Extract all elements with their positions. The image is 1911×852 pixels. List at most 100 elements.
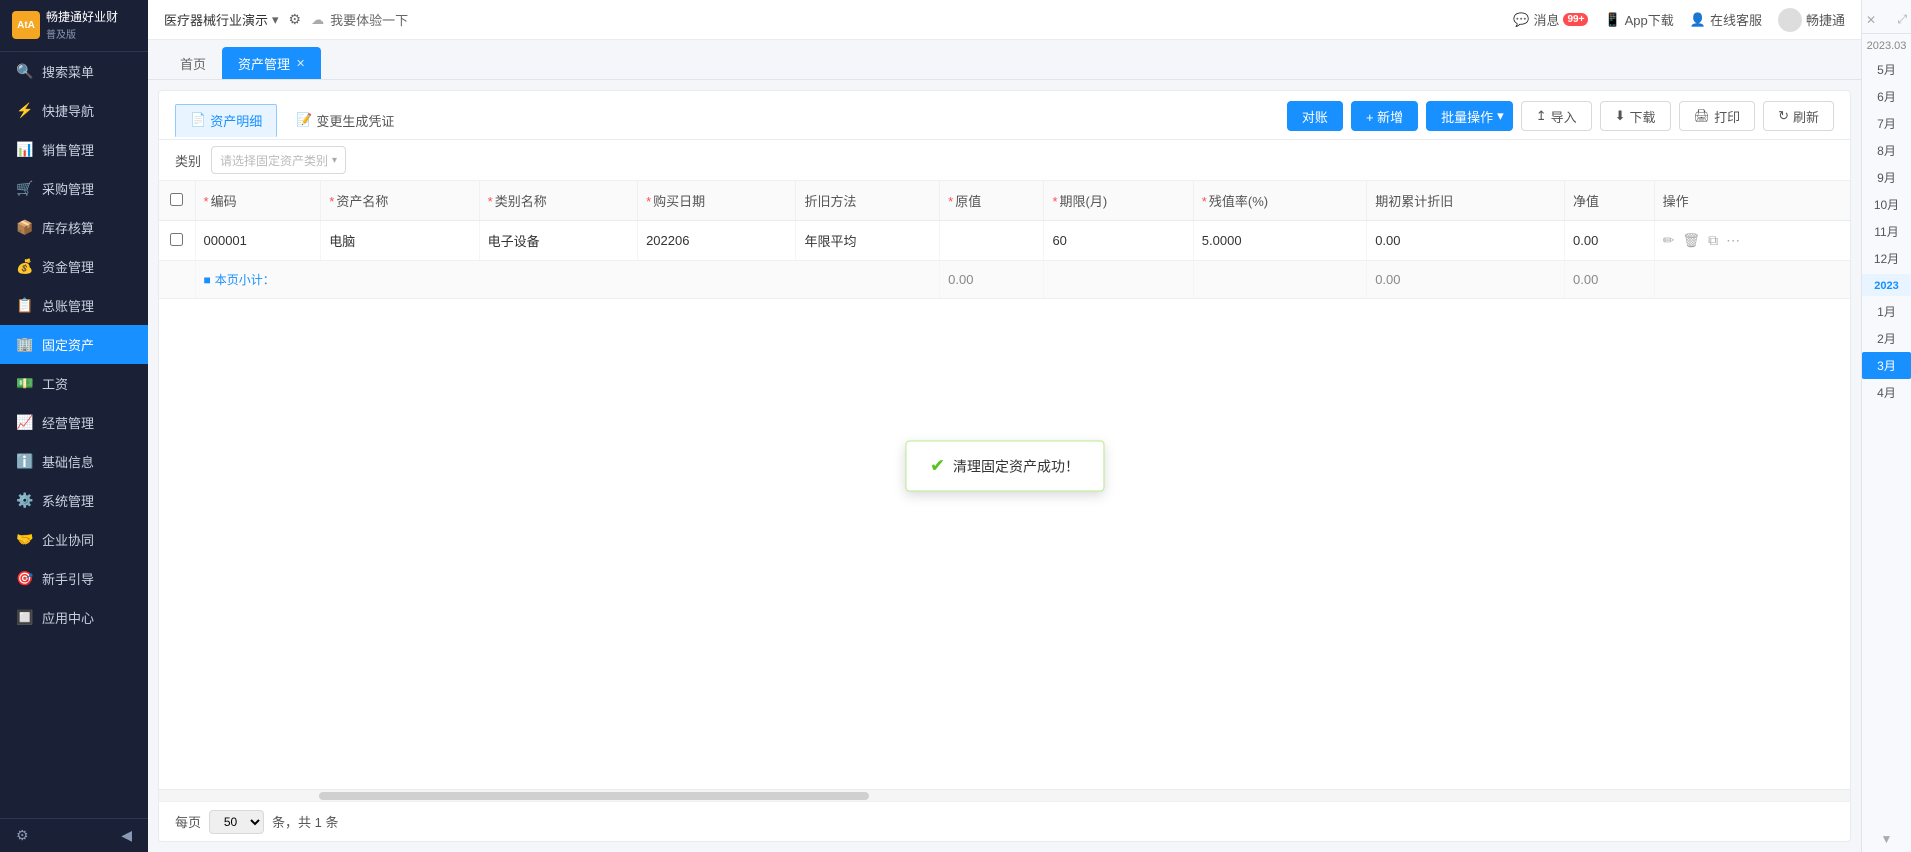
online-service-label: 在线客服	[1710, 10, 1762, 29]
more-icon[interactable]: ⋯	[1726, 232, 1740, 249]
app-download-button[interactable]: 📱 App下载	[1604, 10, 1673, 29]
td-depreciation-method: 年限平均	[796, 221, 940, 261]
sub-tab-voucher-label: 变更生成凭证	[316, 111, 394, 130]
delete-icon[interactable]: 🗑	[1682, 232, 1700, 249]
expand-panel-icon[interactable]: ⤢	[1897, 12, 1907, 27]
sidebar-item-system[interactable]: ⚙️ 系统管理	[0, 481, 148, 520]
sidebar-item-purchase[interactable]: 🛒 采购管理	[0, 169, 148, 208]
month-2[interactable]: 2月	[1862, 325, 1911, 352]
td-original-value	[940, 221, 1044, 261]
chevron-down-icon[interactable]: ▼	[1881, 832, 1893, 846]
sidebar-item-search[interactable]: 🔍 搜索菜单	[0, 52, 148, 91]
import-button[interactable]: ↥ 导入	[1521, 101, 1592, 131]
scrollbar-thumb[interactable]	[319, 792, 869, 800]
sidebar-item-sales[interactable]: 📊 销售管理	[0, 130, 148, 169]
sidebar-bottom: ⚙ ◀	[0, 818, 148, 852]
month-10[interactable]: 10月	[1862, 191, 1911, 218]
panel-current-year: 2023	[1862, 274, 1911, 296]
app-name: 畅捷通好业财	[46, 10, 118, 26]
subtotal-row: ■ 本页小计： 0.00 0.00 0.00	[159, 261, 1850, 299]
td-category: 电子设备	[479, 221, 637, 261]
month-7[interactable]: 7月	[1862, 110, 1911, 137]
voucher-icon: 📝	[296, 112, 312, 128]
sub-tab-asset-detail-label: 资产明细	[210, 111, 262, 130]
experience-button[interactable]: ☁ 我要体验一下	[311, 10, 408, 29]
sidebar-item-label: 销售管理	[42, 140, 94, 159]
td-subtotal-residual	[1193, 261, 1366, 299]
sub-tab-voucher[interactable]: 📝 变更生成凭证	[281, 104, 409, 137]
sidebar-item-collab[interactable]: 🤝 企业协同	[0, 520, 148, 559]
messages-button[interactable]: 💬 消息 99+	[1513, 10, 1588, 29]
td-subtotal-initial: 0.00	[1367, 261, 1565, 299]
sidebar-item-label: 快捷导航	[42, 101, 94, 120]
row-checkbox[interactable]	[170, 233, 183, 246]
sidebar-item-guide[interactable]: 🎯 新手引导	[0, 559, 148, 598]
batch-ops-button[interactable]: 批量操作 ▾	[1426, 101, 1513, 131]
month-1[interactable]: 1月	[1862, 298, 1911, 325]
category-filter-select[interactable]: 请选择固定资产类别 ▾	[211, 146, 346, 174]
app-version: 普及版	[46, 26, 118, 41]
sidebar-item-label: 系统管理	[42, 491, 94, 510]
horizontal-scrollbar[interactable]	[159, 789, 1850, 801]
edit-icon[interactable]: ✏	[1663, 232, 1675, 249]
month-5[interactable]: 5月	[1862, 56, 1911, 83]
header-settings-icon[interactable]: ⚙	[289, 11, 302, 28]
sidebar-item-fixed-assets[interactable]: 🏢 固定资产	[0, 325, 148, 364]
page-size-select[interactable]: 50 100	[209, 810, 264, 834]
scroll-down-btn[interactable]: ▼	[1862, 826, 1911, 852]
quicknav-icon: ⚡	[16, 102, 34, 119]
close-panel-icon[interactable]: ✕	[1866, 13, 1876, 27]
print-button[interactable]: 🖨 打印	[1679, 101, 1756, 131]
td-purchase-date: 202206	[638, 221, 796, 261]
sidebar-item-payroll[interactable]: 💵 工资	[0, 364, 148, 403]
reconcile-button[interactable]: 对账	[1287, 101, 1343, 131]
tab-asset-management[interactable]: 资产管理 ✕	[222, 47, 321, 79]
td-period: 60	[1044, 221, 1193, 261]
app-center-icon: 🔲	[16, 609, 34, 626]
sidebar-item-app-center[interactable]: 🔲 应用中心	[0, 598, 148, 637]
sidebar-item-operations[interactable]: 📈 经营管理	[0, 403, 148, 442]
user-profile[interactable]: 畅捷通	[1778, 8, 1845, 32]
month-8[interactable]: 8月	[1862, 137, 1911, 164]
sidebar-item-inventory[interactable]: 📦 库存核算	[0, 208, 148, 247]
main-area: 医疗器械行业演示 ▾ ⚙ ☁ 我要体验一下 💬 消息 99+ 📱 App下载 👤…	[148, 0, 1861, 852]
fixed-assets-icon: 🏢	[16, 336, 34, 353]
td-actions: ✏ 🗑 ⧉ ⋯	[1654, 221, 1850, 261]
th-original-value: *原值	[940, 181, 1044, 221]
month-9[interactable]: 9月	[1862, 164, 1911, 191]
tab-home[interactable]: 首页	[164, 47, 222, 79]
company-dropdown[interactable]: 医疗器械行业演示 ▾	[164, 10, 279, 29]
month-4[interactable]: 4月	[1862, 379, 1911, 406]
sidebar-item-label: 库存核算	[42, 218, 94, 237]
download-icon: 📱	[1604, 12, 1620, 28]
sidebar-item-ledger[interactable]: 📋 总账管理	[0, 286, 148, 325]
sub-tab-asset-detail[interactable]: 📄 资产明细	[175, 104, 277, 137]
import-icon: ↥	[1536, 108, 1547, 124]
copy-icon[interactable]: ⧉	[1708, 232, 1718, 249]
settings-gear-icon[interactable]: ⚙	[16, 827, 29, 844]
new-button[interactable]: + 新增	[1351, 101, 1418, 131]
sidebar-item-basic-info[interactable]: ℹ️ 基础信息	[0, 442, 148, 481]
download-button[interactable]: ⬇ 下载	[1600, 101, 1671, 131]
collapse-icon[interactable]: ◀	[121, 827, 132, 844]
sidebar-item-quicknav[interactable]: ⚡ 快捷导航	[0, 91, 148, 130]
search-icon: 🔍	[16, 63, 34, 80]
total-count-label: 条，共 1 条	[272, 812, 338, 831]
td-subtotal-label: ■ 本页小计：	[195, 261, 940, 299]
collab-icon: 🤝	[16, 531, 34, 548]
online-service-button[interactable]: 👤 在线客服	[1690, 10, 1762, 29]
tab-close-icon[interactable]: ✕	[296, 57, 305, 70]
month-12[interactable]: 12月	[1862, 245, 1911, 272]
service-icon: 👤	[1690, 12, 1706, 28]
th-initial-accum: 期初累计折旧	[1367, 181, 1565, 221]
sidebar-item-funds[interactable]: 💰 资金管理	[0, 247, 148, 286]
messages-badge: 99+	[1563, 13, 1588, 26]
inventory-icon: 📦	[16, 219, 34, 236]
select-all-checkbox[interactable]	[170, 193, 183, 206]
month-3-current[interactable]: 3月	[1862, 352, 1911, 379]
sidebar-item-label: 新手引导	[42, 569, 94, 588]
basic-info-icon: ℹ️	[16, 453, 34, 470]
month-11[interactable]: 11月	[1862, 218, 1911, 245]
refresh-button[interactable]: ↻ 刷新	[1763, 101, 1834, 131]
month-6[interactable]: 6月	[1862, 83, 1911, 110]
